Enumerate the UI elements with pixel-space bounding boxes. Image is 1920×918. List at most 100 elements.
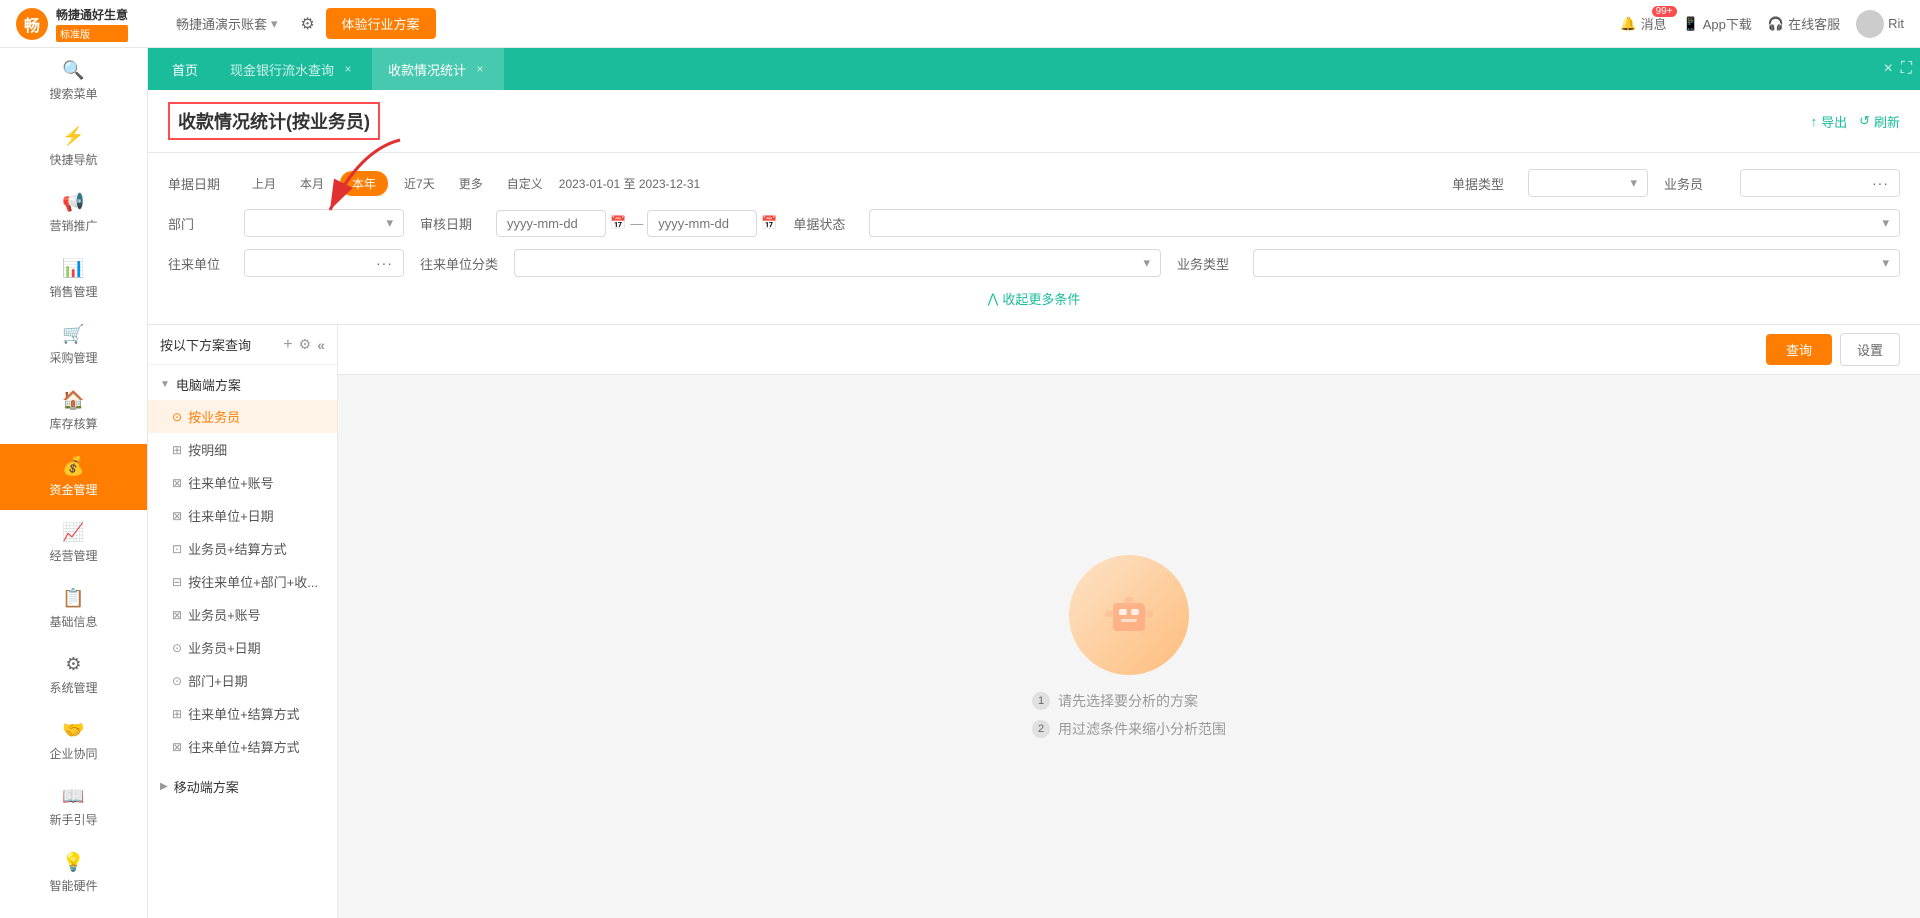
user-name: Rit: [1888, 16, 1904, 31]
salesperson-select[interactable]: ···: [1740, 169, 1900, 197]
doc-status-select[interactable]: ▾: [869, 209, 1900, 237]
scheme-item-0-label: 按业务员: [188, 407, 240, 426]
sidebar-item-guide[interactable]: 📖 新手引导: [0, 774, 147, 840]
mobile-group-label: 移动端方案: [174, 777, 239, 796]
scheme-item-3[interactable]: ⊠ 往来单位+日期: [148, 499, 337, 532]
scheme-group-desktop-title[interactable]: ▼ 电脑端方案: [148, 369, 337, 400]
date-btn-this-year[interactable]: 本年: [340, 171, 388, 196]
sidebar-item-label-collab: 企业协同: [49, 745, 97, 762]
biz-type-select[interactable]: ▾: [1253, 249, 1900, 277]
trial-button[interactable]: 体验行业方案: [326, 8, 436, 39]
partner-select[interactable]: ···: [244, 249, 404, 277]
tab-collection-close[interactable]: ×: [472, 61, 488, 77]
scheme-header-label: 按以下方案查询: [160, 335, 251, 354]
salesperson-label: 业务员: [1664, 174, 1724, 193]
sidebar-item-collab[interactable]: 🤝 企业协同: [0, 708, 147, 774]
filter-panel: 单据日期 上月 本月 本年 近7天 更多 自定义 2023-01-01 至 20…: [148, 153, 1920, 325]
sidebar-item-marketing[interactable]: 📢 营销推广: [0, 180, 147, 246]
dept-select[interactable]: ▾: [244, 209, 404, 237]
doc-type-select[interactable]: ▾: [1528, 169, 1648, 197]
date-to-calendar-icon[interactable]: 📅: [761, 215, 777, 231]
search-icon: 🔍: [62, 60, 84, 81]
date-from-calendar-icon[interactable]: 📅: [610, 215, 626, 231]
sidebar-item-finance[interactable]: 💰 资金管理: [0, 444, 147, 510]
review-date-to-input[interactable]: [647, 210, 757, 237]
purchase-icon: 🛒: [62, 324, 84, 345]
tab-cashflow[interactable]: 现金银行流水查询 ×: [214, 48, 372, 90]
scheme-item-9[interactable]: ⊞ 往来单位+结算方式: [148, 697, 337, 730]
date-btn-last-month[interactable]: 上月: [244, 171, 284, 196]
scheme-item-1-icon: ⊞: [172, 443, 182, 457]
sidebar-item-base[interactable]: 📋 基础信息: [0, 576, 147, 642]
scheme-group-mobile-title[interactable]: ▶ 移动端方案: [148, 771, 337, 802]
sidebar-item-label-hardware: 智能硬件: [49, 877, 97, 894]
tab-close-all-icon[interactable]: ×: [1883, 60, 1892, 78]
scheme-add-icon[interactable]: +: [283, 336, 292, 354]
scheme-item-10[interactable]: ⊠ 往来单位+结算方式: [148, 730, 337, 763]
right-content: 查询 设置: [338, 325, 1920, 918]
tab-cashflow-close[interactable]: ×: [340, 61, 356, 77]
salesperson-more-icon[interactable]: ···: [1872, 175, 1889, 191]
scheme-item-7[interactable]: ⊙ 业务员+日期: [148, 631, 337, 664]
sidebar-item-purchase[interactable]: 🛒 采购管理: [0, 312, 147, 378]
app-download-area[interactable]: 📱 App下载: [1683, 14, 1752, 33]
collapse-button[interactable]: ⋀ 收起更多条件: [168, 289, 1900, 308]
quicknav-icon: ⚡: [62, 126, 84, 147]
scheme-item-8-label: 部门+日期: [188, 671, 248, 690]
date-filter-label: 单据日期: [168, 174, 228, 193]
main-content: 按以下方案查询 + ⚙ « ▼ 电脑端方案 ⊙ 按业务员: [148, 325, 1920, 918]
sidebar-item-quicknav[interactable]: ⚡ 快捷导航: [0, 114, 147, 180]
nav-current-workspace[interactable]: 畅捷通演示账套 ▾: [164, 8, 290, 39]
date-btn-custom[interactable]: 自定义: [499, 171, 551, 196]
date-btn-this-month[interactable]: 本月: [292, 171, 332, 196]
scheme-item-4[interactable]: ⊡ 业务员+结算方式: [148, 532, 337, 565]
hardware-icon: 💡: [62, 852, 84, 873]
robot-svg: [1097, 583, 1161, 647]
scheme-item-1[interactable]: ⊞ 按明细: [148, 433, 337, 466]
empty-tips: 1 请先选择要分析的方案 2 用过滤条件来缩小分析范围: [1032, 691, 1226, 739]
refresh-button[interactable]: ↺ 刷新: [1859, 112, 1900, 131]
date-btn-more[interactable]: 更多: [451, 171, 491, 196]
sidebar-item-inventory[interactable]: 🏠 库存核算: [0, 378, 147, 444]
partner-more-icon[interactable]: ···: [376, 255, 393, 271]
partner-type-select[interactable]: ▾: [514, 249, 1161, 277]
sidebar-item-operations[interactable]: 📈 经营管理: [0, 510, 147, 576]
workspace-dropdown-icon[interactable]: ▾: [271, 16, 278, 32]
sidebar-item-wechat[interactable]: 💬 企业微信: [0, 906, 147, 918]
doc-type-label: 单据类型: [1452, 174, 1512, 193]
sidebar-item-system[interactable]: ⚙ 系统管理: [0, 642, 147, 708]
sidebar-item-label-quicknav: 快捷导航: [49, 151, 97, 168]
sidebar-item-sales[interactable]: 📊 销售管理: [0, 246, 147, 312]
date-btn-7days[interactable]: 近7天: [396, 171, 443, 196]
review-date-from-input[interactable]: [496, 210, 606, 237]
tab-bar: 首页 现金银行流水查询 × 收款情况统计 × × ⛶: [148, 48, 1920, 90]
scheme-item-5[interactable]: ⊟ 按往来单位+部门+收...: [148, 565, 337, 598]
tab-fullscreen-icon[interactable]: ⛶: [1901, 60, 1912, 78]
tab-collection[interactable]: 收款情况统计 ×: [372, 48, 504, 90]
sidebar-item-hardware[interactable]: 💡 智能硬件: [0, 840, 147, 906]
scheme-item-2-label: 往来单位+账号: [188, 473, 274, 492]
notification-area[interactable]: 🔔 消息 99+: [1620, 14, 1666, 33]
query-button[interactable]: 查询: [1766, 334, 1832, 365]
date-filter-control: 上月 本月 本年 近7天 更多 自定义 2023-01-01 至 2023-12…: [244, 171, 1436, 196]
settings-button[interactable]: 设置: [1840, 333, 1900, 366]
scheme-item-4-label: 业务员+结算方式: [188, 539, 287, 558]
finance-icon: 💰: [62, 456, 84, 477]
user-area[interactable]: Rit: [1856, 10, 1904, 38]
scheme-item-8[interactable]: ⊙ 部门+日期: [148, 664, 337, 697]
scheme-item-2[interactable]: ⊠ 往来单位+账号: [148, 466, 337, 499]
scheme-item-0[interactable]: ⊙ 按业务员: [148, 400, 337, 433]
scheme-collapse-icon[interactable]: «: [317, 337, 325, 353]
export-button[interactable]: ↑ 导出: [1811, 112, 1848, 131]
scheme-item-5-icon: ⊟: [172, 575, 182, 589]
scheme-item-6[interactable]: ⊠ 业务员+账号: [148, 598, 337, 631]
filter-row-1: 单据日期 上月 本月 本年 近7天 更多 自定义 2023-01-01 至 20…: [168, 169, 1900, 197]
settings-icon[interactable]: ⚙: [294, 10, 322, 38]
app-download-icon: 📱: [1683, 16, 1699, 32]
tab-home[interactable]: 首页: [156, 48, 214, 90]
review-date-range: 📅 — 📅: [496, 210, 777, 237]
scheme-settings-icon[interactable]: ⚙: [299, 336, 312, 353]
online-service-area[interactable]: 🎧 在线客服: [1768, 14, 1840, 33]
sidebar-item-search[interactable]: 🔍 搜索菜单: [0, 48, 147, 114]
collapse-chevron-icon: ⋀: [988, 291, 999, 307]
